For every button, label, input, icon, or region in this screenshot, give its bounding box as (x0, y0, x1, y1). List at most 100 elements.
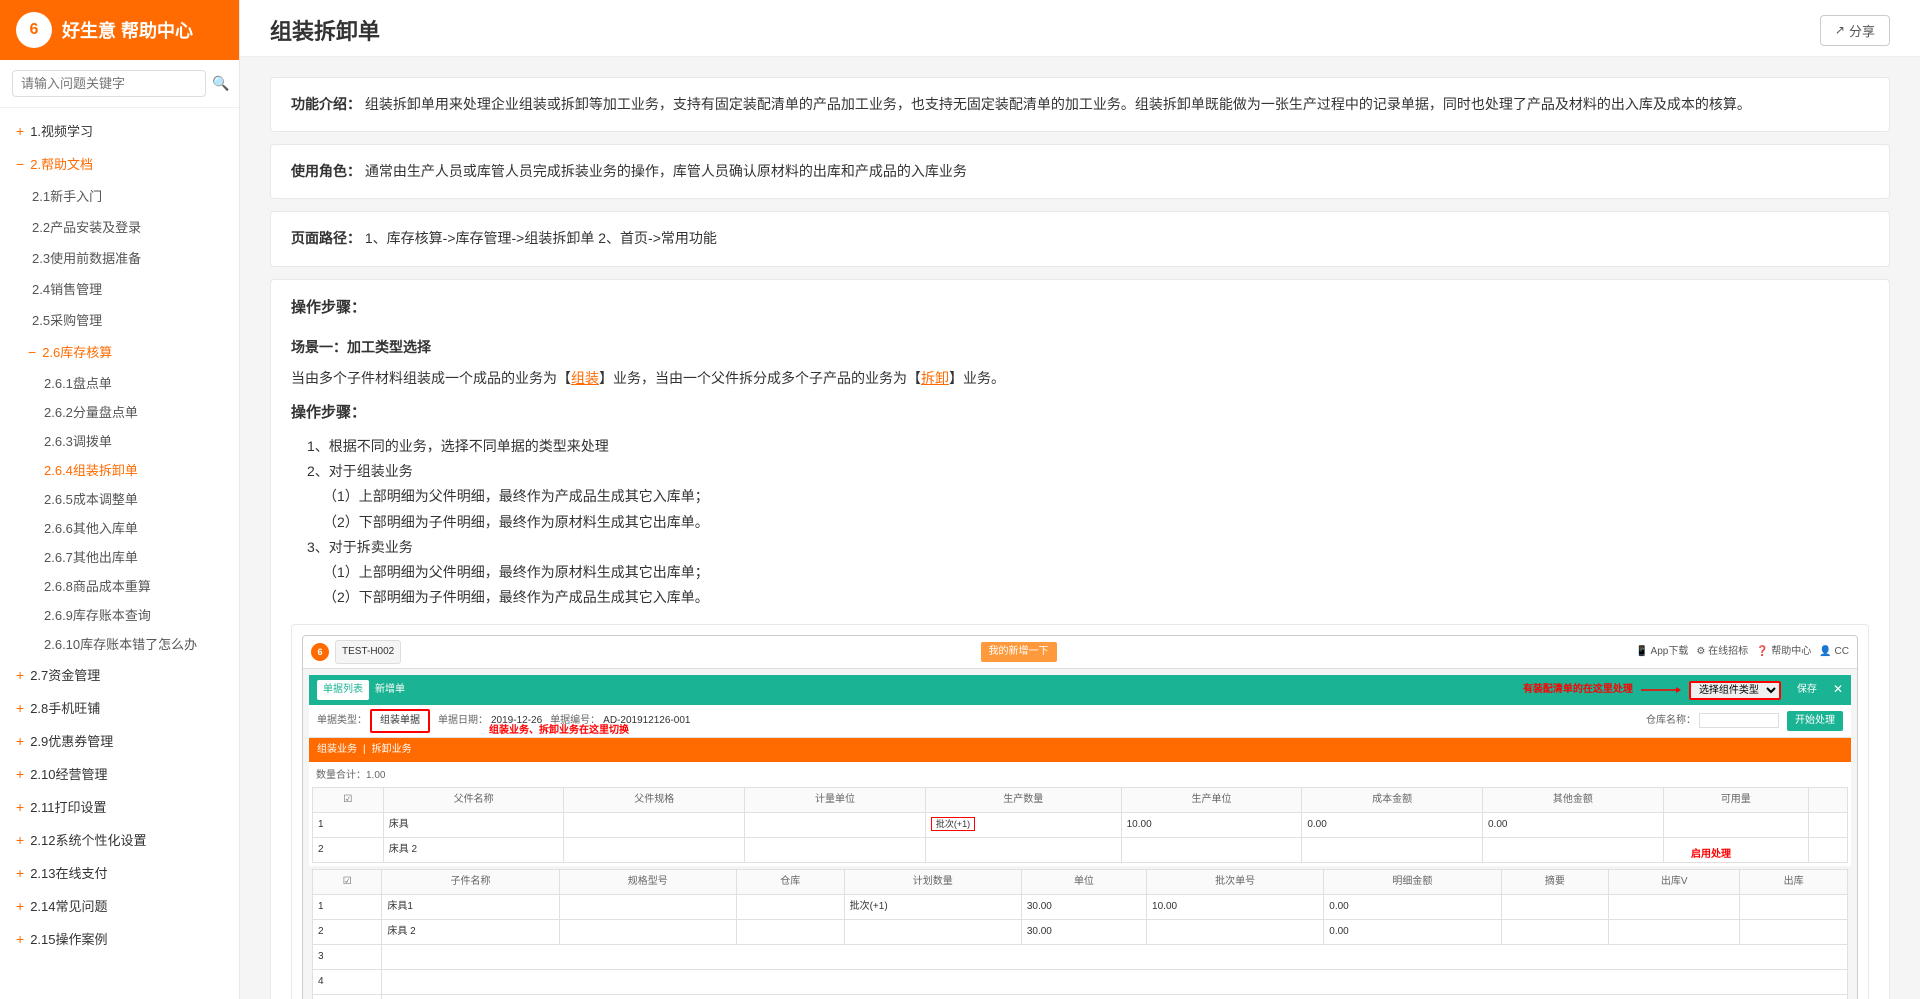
sim-right-nav: 📱 App下载 ⚙ 在线招标 ❓ 帮助中心 👤 CC (1636, 643, 1849, 661)
sidebar-item-2-2[interactable]: 2.2产品安装及登录 (0, 211, 239, 242)
sim-th-avail: 可用量 (1663, 787, 1808, 812)
search-icon[interactable]: 🔍 (212, 75, 229, 92)
sidebar-item-2-6[interactable]: − 2.6库存核算 (0, 335, 239, 368)
sidebar-item-label: 2.帮助文档 (30, 154, 93, 173)
main-header: 组装拆卸单 ↗ 分享 (240, 0, 1920, 57)
sidebar-item-2-13[interactable]: + 2.13在线支付 (0, 856, 239, 889)
nav-list: + 1.视频学习 − 2.帮助文档 2.1新手入门 2.2产品安装及登录 2.3… (0, 108, 239, 999)
sim-company: TEST-H002 (335, 640, 401, 664)
sim-doc-type[interactable]: 组装单据 (370, 709, 430, 733)
annotation-arrow-1 (1641, 685, 1681, 695)
sidebar-item-2-12[interactable]: + 2.12系统个性化设置 (0, 823, 239, 856)
expand-icon: + (16, 931, 24, 947)
sim-th-cost: 成本金额 (1302, 787, 1483, 812)
sidebar-item-2-7[interactable]: + 2.7资金管理 (0, 658, 239, 691)
sim-sub-area: 启用处理 ☑ 子件名称 规格型号 仓库 计划数量 单位 (309, 866, 1851, 999)
sim-modal-close[interactable]: ✕ (1833, 679, 1843, 701)
expand-icon: + (16, 832, 24, 848)
table-row: 2 床具 2 (313, 837, 1848, 862)
annotation-1: 有装配清单的在这里处理 (1523, 681, 1633, 699)
sidebar-item-2-6-2[interactable]: 2.6.2分量盘点单 (0, 397, 239, 426)
sidebar-item-2-6-9[interactable]: 2.6.9库存账本查询 (0, 600, 239, 629)
sim-modal: 单据列表 新增单 有装配清单的在这里处理 选择组件类型 (303, 669, 1857, 999)
table-row: 4 (313, 969, 1848, 994)
expand-icon: + (16, 865, 24, 881)
sidebar-item-2-6-5[interactable]: 2.6.5成本调整单 (0, 484, 239, 513)
sidebar-item-2-1[interactable]: 2.1新手入门 (0, 180, 239, 211)
sidebar: 6 好生意 帮助中心 🔍 + 1.视频学习 − 2.帮助文档 2.1新手入门 2… (0, 0, 240, 999)
func-intro-label: 功能介绍： (291, 96, 361, 112)
table-row: 5 (313, 994, 1848, 999)
search-box: 🔍 (0, 60, 239, 108)
sidebar-item-2-8[interactable]: + 2.8手机旺铺 (0, 691, 239, 724)
func-intro-text: 组装拆卸单用来处理企业组装或拆卸等加工业务，支持有固定装配清单的产品加工业务，也… (365, 96, 1751, 112)
sidebar-item-2-14[interactable]: + 2.14常见问题 (0, 889, 239, 922)
search-input[interactable] (12, 70, 206, 97)
sim-tab2[interactable]: 新增单 (375, 681, 405, 699)
sidebar-item-2-15[interactable]: + 2.15操作案例 (0, 922, 239, 955)
annotation-2: 组装业务、拆卸业务在这里切换 (489, 722, 629, 740)
app-logo: 6 (16, 12, 52, 48)
sim-logo: 6 (311, 643, 329, 661)
main-content: 组装拆卸单 ↗ 分享 功能介绍： 组装拆卸单用来处理企业组装或拆卸等加工业务，支… (240, 0, 1920, 999)
expand-icon: + (16, 700, 24, 716)
sidebar-item-2-11[interactable]: + 2.11打印设置 (0, 790, 239, 823)
ops-steps-label: 操作步骤： (291, 399, 1869, 426)
table-row: 3 (313, 944, 1848, 969)
sidebar-header: 6 好生意 帮助中心 (0, 0, 239, 60)
sidebar-item-label: 2.13在线支付 (30, 863, 107, 882)
collapse-icon-2-6: − (28, 344, 36, 360)
sim-type-select[interactable]: 选择组件类型 (1689, 681, 1781, 700)
sidebar-item-2-6-8[interactable]: 2.6.8商品成本重算 (0, 571, 239, 600)
sim-topbar: 6 TEST-H002 我的新增一下 📱 App下载 ⚙ 在线招标 ❓ 帮助中心… (303, 636, 1857, 669)
sim-warehouse-input[interactable] (1699, 713, 1779, 728)
sim-ok-btn[interactable]: 开始处理 (1787, 711, 1843, 731)
sidebar-item-label: 2.6库存核算 (42, 342, 112, 361)
article-body: 功能介绍： 组装拆卸单用来处理企业组装或拆卸等加工业务，支持有固定装配清单的产品… (240, 57, 1920, 999)
steps-block: 操作步骤： 场景一：加工类型选择 当由多个子件材料组装成一个成品的业务为【组装】… (270, 279, 1890, 999)
collapse-icon: − (16, 156, 24, 172)
page-title: 组装拆卸单 (270, 14, 380, 46)
path-text: 1、库存核算->库存管理->组装拆卸单 2、首页->常用功能 (365, 230, 717, 246)
table-row: 1 床具 批次(+1) 10.00 0.00 0.00 (313, 812, 1848, 837)
sim-modal-save[interactable]: 保存 (1789, 680, 1825, 700)
role-text: 通常由生产人员或库管人员完成拆装业务的操作，库管人员确认原材料的出库和产成品的入… (365, 163, 967, 179)
step3-1: （1）上部明细为父件明细，最终作为原材料生成其它出库单； (323, 560, 1869, 585)
sidebar-item-label: 2.7资金管理 (30, 665, 100, 684)
sidebar-item-2-6-6[interactable]: 2.6.6其他入库单 (0, 513, 239, 542)
sim-th-other: 其他金额 (1483, 787, 1664, 812)
sidebar-item-2-9[interactable]: + 2.9优惠券管理 (0, 724, 239, 757)
sidebar-item-2-6-7[interactable]: 2.6.7其他出库单 (0, 542, 239, 571)
sim-field-type: 单据类型： 组装单据 (317, 709, 430, 733)
sidebar-item-2-4[interactable]: 2.4销售管理 (0, 273, 239, 304)
sidebar-item-2-3[interactable]: 2.3使用前数据准备 (0, 242, 239, 273)
sim-type-bar-label2: 拆卸业务 (372, 741, 412, 759)
sidebar-item-2-6-3[interactable]: 2.6.3调拨单 (0, 426, 239, 455)
expand-icon: + (16, 667, 24, 683)
path-label: 页面路径： (291, 230, 361, 246)
sim-new-btn[interactable]: 我的新增一下 (981, 642, 1057, 662)
step2-1: （1）上部明细为父件明细，最终作为产成品生成其它入库单； (323, 484, 1869, 509)
sim-th-qty: 生产数量 (925, 787, 1121, 812)
sidebar-item-2[interactable]: − 2.帮助文档 (0, 147, 239, 180)
step2-2: （2）下部明细为子件明细，最终作为原材料生成其它出库单。 (323, 510, 1869, 535)
sim-th-spec: 父件规格 (564, 787, 745, 812)
sim-th-pqty: 生产单位 (1121, 787, 1302, 812)
sidebar-item-label: 2.15操作案例 (30, 929, 107, 948)
sidebar-item-1[interactable]: + 1.视频学习 (0, 114, 239, 147)
sidebar-item-label: 2.12系统个性化设置 (30, 830, 146, 849)
sidebar-item-2-6-1[interactable]: 2.6.1盘点单 (0, 368, 239, 397)
sim-tab-active[interactable]: 单据列表 (317, 680, 369, 700)
step1: 1、根据不同的业务，选择不同单据的类型来处理 (307, 434, 1869, 459)
share-button[interactable]: ↗ 分享 (1820, 15, 1890, 46)
sidebar-item-label: 2.9优惠券管理 (30, 731, 113, 750)
sim-th-unit: 计量单位 (745, 787, 926, 812)
table-row: 1 床具1 批次(+1) 30.00 10.00 0.00 (313, 894, 1848, 919)
sidebar-item-label: 2.8手机旺铺 (30, 698, 100, 717)
sim-field-warehouse: 仓库名称： (1646, 712, 1779, 730)
sidebar-item-2-5[interactable]: 2.5采购管理 (0, 304, 239, 335)
sidebar-item-2-6-4[interactable]: 2.6.4组装拆卸单 (0, 455, 239, 484)
sidebar-item-2-10[interactable]: + 2.10经营管理 (0, 757, 239, 790)
path-block: 页面路径： 1、库存核算->库存管理->组装拆卸单 2、首页->常用功能 (270, 211, 1890, 266)
sidebar-item-2-6-10[interactable]: 2.6.10库存账本错了怎么办 (0, 629, 239, 658)
